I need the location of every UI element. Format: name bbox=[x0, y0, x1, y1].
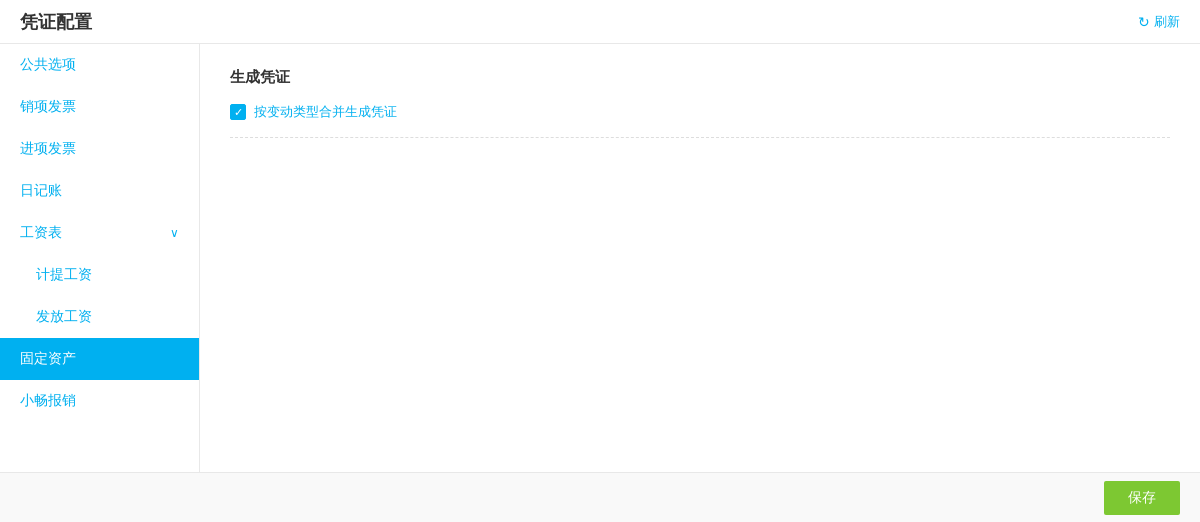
sidebar-item-label: 计提工资 bbox=[36, 266, 92, 284]
sidebar-item-public-options[interactable]: 公共选项 bbox=[0, 44, 199, 86]
refresh-label: 刷新 bbox=[1154, 13, 1180, 31]
merge-by-type-checkbox[interactable] bbox=[230, 104, 246, 120]
refresh-icon: ↻ bbox=[1138, 14, 1150, 30]
checkbox-row: 按变动类型合并生成凭证 bbox=[230, 103, 1170, 121]
sidebar: 公共选项销项发票进项发票日记账工资表 ∨ 计提工资发放工资固定资产小畅报销 bbox=[0, 44, 200, 472]
sidebar-item-payroll[interactable]: 工资表 ∨ bbox=[0, 212, 199, 254]
sidebar-item-sales-invoice[interactable]: 销项发票 bbox=[0, 86, 199, 128]
sidebar-item-label: 小畅报销 bbox=[20, 392, 76, 410]
main-content: 生成凭证 按变动类型合并生成凭证 bbox=[200, 44, 1200, 472]
sidebar-item-fixed-assets[interactable]: 固定资产 bbox=[0, 338, 199, 380]
refresh-button[interactable]: ↻ 刷新 bbox=[1138, 13, 1180, 31]
sidebar-item-expense[interactable]: 小畅报销 bbox=[0, 380, 199, 422]
sidebar-item-label: 公共选项 bbox=[20, 56, 76, 74]
sidebar-item-pay-salary[interactable]: 发放工资 bbox=[0, 296, 199, 338]
page-wrapper: 凭证配置 ↻ 刷新 公共选项销项发票进项发票日记账工资表 ∨ 计提工资发放工资固定资… bbox=[0, 0, 1200, 522]
section-title: 生成凭证 bbox=[230, 68, 1170, 87]
sidebar-item-label: 日记账 bbox=[20, 182, 62, 200]
checkbox-label: 按变动类型合并生成凭证 bbox=[254, 103, 397, 121]
body: 公共选项销项发票进项发票日记账工资表 ∨ 计提工资发放工资固定资产小畅报销 生成凭证… bbox=[0, 44, 1200, 472]
footer: 保存 bbox=[0, 472, 1200, 522]
sidebar-item-label: 进项发票 bbox=[20, 140, 76, 158]
sidebar-item-label: 发放工资 bbox=[36, 308, 92, 326]
sidebar-item-accrual-salary[interactable]: 计提工资 bbox=[0, 254, 199, 296]
sidebar-item-label: 销项发票 bbox=[20, 98, 76, 116]
save-button[interactable]: 保存 bbox=[1104, 481, 1180, 515]
sidebar-item-label: 工资表 bbox=[20, 224, 62, 242]
sidebar-item-journal[interactable]: 日记账 bbox=[0, 170, 199, 212]
page-title: 凭证配置 bbox=[20, 10, 92, 34]
header: 凭证配置 ↻ 刷新 bbox=[0, 0, 1200, 44]
sidebar-item-purchase-invoice[interactable]: 进项发票 bbox=[0, 128, 199, 170]
section-divider bbox=[230, 137, 1170, 138]
chevron-down-icon: ∨ bbox=[170, 226, 179, 240]
sidebar-item-label: 固定资产 bbox=[20, 350, 76, 368]
